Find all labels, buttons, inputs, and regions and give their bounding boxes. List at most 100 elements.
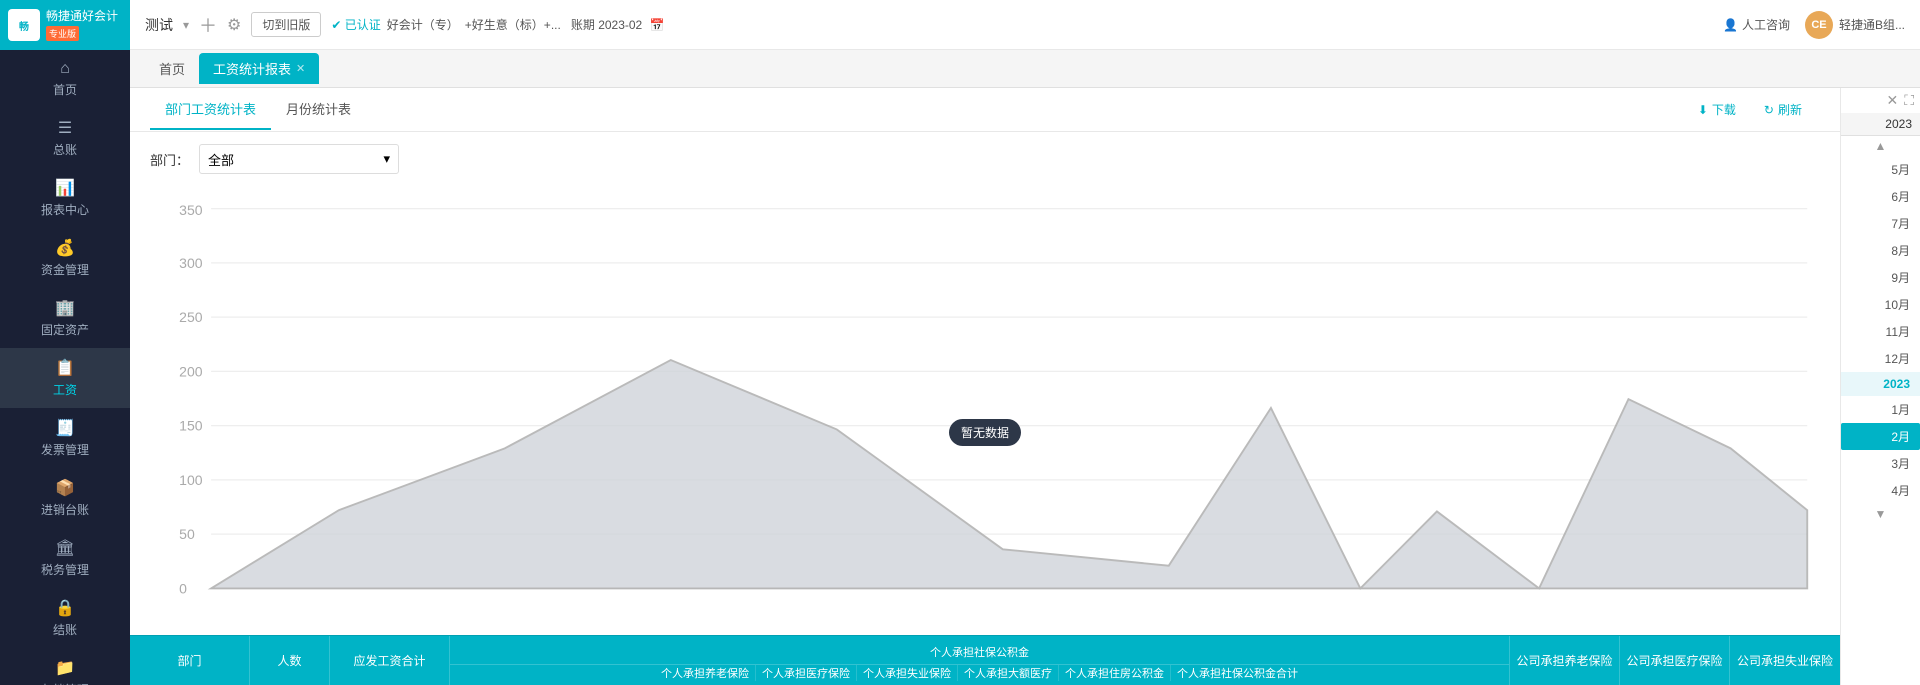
help-label: 人工咨询 xyxy=(1742,16,1790,33)
nav-down[interactable]: ▼ xyxy=(1841,504,1920,524)
tab-close-icon[interactable]: ✕ xyxy=(296,62,305,75)
period-value: 2023-02 xyxy=(598,18,642,32)
th-company-unemployment: 公司承担失业保险 xyxy=(1730,636,1840,685)
panel-expand-button[interactable]: ⛶ xyxy=(1904,92,1914,109)
month-4-2023[interactable]: 4月 xyxy=(1841,477,1920,504)
sidebar-item-label: 进销台账 xyxy=(41,501,89,518)
archive-icon: 📁 xyxy=(55,658,75,678)
year-2023-label: 2023 xyxy=(1841,113,1920,136)
month-9[interactable]: 9月 xyxy=(1841,264,1920,291)
tax-icon: 🏛 xyxy=(55,538,75,558)
ledger-icon: ☰ xyxy=(58,118,72,138)
help-button[interactable]: 👤 人工咨询 xyxy=(1723,16,1790,33)
user-profile[interactable]: CE 轻捷通B组... xyxy=(1805,11,1905,39)
month-10[interactable]: 10月 xyxy=(1841,291,1920,318)
topbar-status: ✔ 已认证 好会计（专） +好生意（标）+... xyxy=(331,16,560,33)
sidebar-item-purchase[interactable]: 📦 进销台账 xyxy=(0,468,130,528)
month-11[interactable]: 11月 xyxy=(1841,318,1920,345)
month-7[interactable]: 7月 xyxy=(1841,210,1920,237)
sidebar-item-ledger[interactable]: ☰ 总账 xyxy=(0,108,130,168)
svg-text:300: 300 xyxy=(179,255,203,271)
sidebar-item-label: 归档管理 xyxy=(41,681,89,685)
month-1-2023[interactable]: 1月 xyxy=(1841,396,1920,423)
sidebar-item-home[interactable]: ⌂ 首页 xyxy=(0,50,130,108)
assets-icon: 🏢 xyxy=(55,298,75,318)
sub-tab-monthly[interactable]: 月份统计表 xyxy=(271,89,366,130)
svg-text:200: 200 xyxy=(179,364,203,380)
sidebar-item-label: 资金管理 xyxy=(41,261,89,278)
closing-icon: 🔒 xyxy=(55,598,75,618)
refresh-label: 刷新 xyxy=(1778,101,1802,118)
add-button[interactable]: ＋ xyxy=(199,12,217,38)
th-personal-total: 个人承担社保公积金合计 xyxy=(1171,665,1304,681)
refresh-button[interactable]: ↻ 刷新 xyxy=(1756,97,1810,122)
chevron-down-icon: ▾ xyxy=(383,151,390,167)
month-3-2023[interactable]: 3月 xyxy=(1841,450,1920,477)
sidebar-item-label: 结账 xyxy=(53,621,77,638)
svg-text:150: 150 xyxy=(179,418,203,434)
download-button[interactable]: ⬇ 下载 xyxy=(1690,97,1744,122)
sidebar-item-reports[interactable]: 📊 报表中心 xyxy=(0,168,130,228)
sidebar-item-tax[interactable]: 🏛 税务管理 xyxy=(0,528,130,588)
tabs-bar: 首页 工资统计报表 ✕ xyxy=(130,50,1920,88)
refresh-icon: ↻ xyxy=(1764,103,1774,117)
sidebar-logo: 畅 畅捷通好会计 专业版 xyxy=(0,0,130,50)
th-personal-pension: 个人承担养老保险 xyxy=(655,665,756,681)
svg-text:50: 50 xyxy=(179,526,195,542)
sidebar-item-closing[interactable]: 🔒 结账 xyxy=(0,588,130,648)
tab-salary-report[interactable]: 工资统计报表 ✕ xyxy=(199,53,319,84)
th-personal-medical: 个人承担医疗保险 xyxy=(756,665,857,681)
company-dropdown-icon[interactable]: ▾ xyxy=(183,18,189,32)
year-2023-item[interactable]: 2023 xyxy=(1841,372,1920,396)
svg-text:350: 350 xyxy=(179,202,203,218)
sidebar-item-salary[interactable]: 📋 工资 xyxy=(0,348,130,408)
reports-icon: 📊 xyxy=(55,178,75,198)
funds-icon: 💰 xyxy=(55,238,75,258)
company-name: 测试 xyxy=(145,15,173,35)
panel-close-button[interactable]: ✕ xyxy=(1886,92,1898,109)
help-icon: 👤 xyxy=(1723,18,1738,32)
th-personal-insurance-label: 个人承担社保公积金 xyxy=(450,640,1509,665)
chart-area: 350 300 250 200 150 100 50 0 xyxy=(130,186,1840,635)
dept-filter-value: 全部 xyxy=(208,150,234,169)
logo-name: 畅捷通好会计 xyxy=(46,9,118,25)
month-2-2023[interactable]: 2月 xyxy=(1841,423,1920,450)
sub-tab-dept[interactable]: 部门工资统计表 xyxy=(150,89,271,130)
sub-tab-dept-label: 部门工资统计表 xyxy=(165,102,256,117)
sidebar-nav: ⌂ 首页 ☰ 总账 📊 报表中心 💰 资金管理 🏢 固定资产 📋 工资 🧾 发票… xyxy=(0,50,130,685)
switch-to-old-button[interactable]: 切到旧版 xyxy=(251,12,321,37)
sidebar-item-label: 固定资产 xyxy=(41,321,89,338)
tab-salary-report-label: 工资统计报表 xyxy=(213,59,291,78)
period-label: 账期 2023-02 📅 xyxy=(571,16,665,33)
right-date-panel: ✕ ⛶ 2023 ▲ 5月 6月 7月 8月 9月 10月 11月 12月 20… xyxy=(1840,88,1920,685)
settings-icon[interactable]: ⚙ xyxy=(227,15,241,35)
dept-filter-label: 部门： xyxy=(150,150,189,169)
sidebar-item-funds[interactable]: 💰 资金管理 xyxy=(0,228,130,288)
topbar: 测试 ▾ ＋ ⚙ 切到旧版 ✔ 已认证 好会计（专） +好生意（标）+... 账… xyxy=(130,0,1920,50)
month-6[interactable]: 6月 xyxy=(1841,183,1920,210)
th-company-medical: 公司承担医疗保险 xyxy=(1620,636,1730,685)
sidebar-item-assets[interactable]: 🏢 固定资产 xyxy=(0,288,130,348)
tab-home[interactable]: 首页 xyxy=(145,53,199,84)
invoice-icon: 🧾 xyxy=(55,418,75,438)
dept-filter-select[interactable]: 全部 ▾ xyxy=(199,144,399,174)
tab-home-label: 首页 xyxy=(159,59,185,78)
content-area: 部门工资统计表 月份统计表 ⬇ 下载 ↻ 刷新 xyxy=(130,88,1920,685)
home-icon: ⌂ xyxy=(60,60,70,78)
sidebar-item-archive[interactable]: 📁 归档管理 xyxy=(0,648,130,685)
month-5[interactable]: 5月 xyxy=(1841,156,1920,183)
user-name: 轻捷通B组... xyxy=(1839,16,1905,33)
avatar: CE xyxy=(1805,11,1833,39)
nav-up[interactable]: ▲ xyxy=(1841,136,1920,156)
month-12[interactable]: 12月 xyxy=(1841,345,1920,372)
logo-icon: 畅 xyxy=(8,9,40,41)
th-personal-major-medical: 个人承担大额医疗 xyxy=(958,665,1059,681)
th-personal-housing: 个人承担住房公积金 xyxy=(1059,665,1171,681)
calendar-icon[interactable]: 📅 xyxy=(650,18,665,32)
sidebar-item-label: 报表中心 xyxy=(41,201,89,218)
th-total-salary: 应发工资合计 xyxy=(330,636,450,685)
table-header: 部门 人数 应发工资合计 个人承担社保公积金 个人承担养老保险 个人承担医疗 xyxy=(130,635,1840,685)
month-8[interactable]: 8月 xyxy=(1841,237,1920,264)
sidebar-item-invoice[interactable]: 🧾 发票管理 xyxy=(0,408,130,468)
th-company-pension: 公司承担养老保险 xyxy=(1510,636,1620,685)
